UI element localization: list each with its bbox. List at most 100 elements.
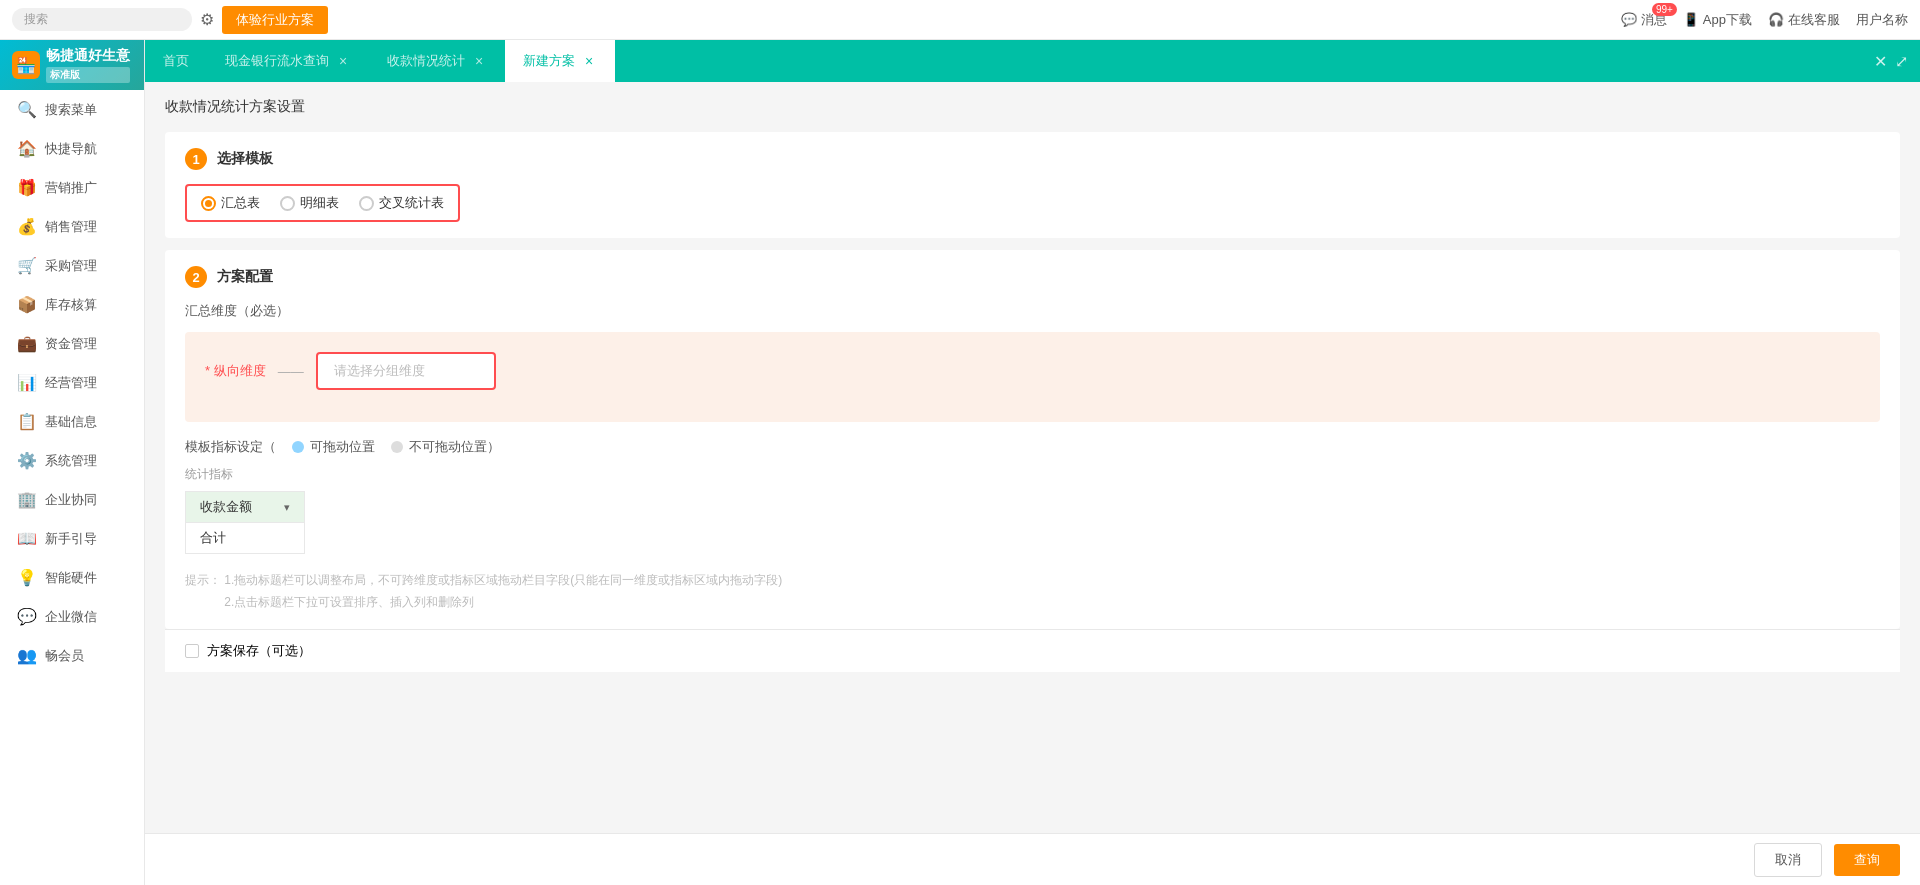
settings-icon[interactable]: ⚙ xyxy=(200,10,214,29)
tab-new-plan[interactable]: 新建方案 × xyxy=(505,40,615,82)
maximize-icon[interactable]: ⤢ xyxy=(1895,52,1908,71)
stats-label: 统计指标 xyxy=(185,466,1880,483)
message-icon: 💬 xyxy=(1621,12,1637,27)
tab-bank-flow-close[interactable]: × xyxy=(335,53,351,69)
logo-icon: 🏪 xyxy=(12,51,40,79)
bottom-bar: 取消 查询 xyxy=(145,833,1920,885)
tab-bank-flow[interactable]: 现金银行流水查询 × xyxy=(207,40,369,82)
tab-bar: 首页 现金银行流水查询 × 收款情况统计 × 新建方案 × ✕ ⤢ xyxy=(145,40,1920,82)
no-drag-dot xyxy=(391,441,403,453)
tab-home[interactable]: 首页 xyxy=(145,40,207,82)
user-profile[interactable]: 用户名称 xyxy=(1856,11,1908,29)
logo-text-wrap: 畅捷通好生意 标准版 xyxy=(46,47,130,83)
sidebar-item-label: 智能硬件 xyxy=(45,569,97,587)
sidebar-item-label: 新手引导 xyxy=(45,530,97,548)
sidebar-item-basic-info[interactable]: 📋 基础信息 xyxy=(0,402,144,441)
indicator-table-header[interactable]: 收款金额 ▾ xyxy=(186,492,304,523)
sidebar-item-label: 企业协同 xyxy=(45,491,97,509)
dimension-area: * 纵向维度 —— 请选择分组维度 xyxy=(185,332,1880,422)
radio-cross[interactable]: 交叉统计表 xyxy=(359,194,444,212)
page-footer: 方案保存（可选） xyxy=(165,629,1900,672)
close-all-icon[interactable]: ✕ xyxy=(1874,52,1887,71)
indicator-settings: 模板指标设定（ 可拖动位置 不可拖动位置） 统计指标 收款 xyxy=(185,438,1880,554)
top-header: 搜索 ⚙ 体验行业方案 💬 消息 99+ 📱 App下载 🎧 在线客服 用户名称 xyxy=(0,0,1920,40)
not-draggable-label: 不可拖动位置） xyxy=(409,438,500,456)
radio-cross-circle xyxy=(359,196,374,211)
dimension-row: * 纵向维度 —— 请选择分组维度 xyxy=(205,352,1860,390)
tab-collection-stats[interactable]: 收款情况统计 × xyxy=(369,40,505,82)
sidebar-item-wechat[interactable]: 💬 企业微信 xyxy=(0,597,144,636)
download-label: App下载 xyxy=(1703,11,1752,29)
sidebar-item-enterprise[interactable]: 🏢 企业协同 xyxy=(0,480,144,519)
sidebar-item-members[interactable]: 👥 畅会员 xyxy=(0,636,144,675)
sidebar: 🏪 畅捷通好生意 标准版 🔍 搜索菜单 🏠 快捷导航 🎁 营销推广 💰 销售管理… xyxy=(0,40,145,885)
sidebar-item-label: 经营管理 xyxy=(45,374,97,392)
radio-detail-circle xyxy=(280,196,295,211)
radio-detail-label: 明细表 xyxy=(300,194,339,212)
sidebar-item-inventory[interactable]: 📦 库存核算 xyxy=(0,285,144,324)
sidebar-item-system[interactable]: ⚙️ 系统管理 xyxy=(0,441,144,480)
sidebar-logo: 🏪 畅捷通好生意 标准版 xyxy=(0,40,144,90)
smart-hw-icon: 💡 xyxy=(17,568,37,587)
notification-item[interactable]: 💬 消息 99+ xyxy=(1621,11,1667,29)
sales-icon: 💰 xyxy=(17,217,37,236)
newbie-icon: 📖 xyxy=(17,529,37,548)
inventory-icon: 📦 xyxy=(17,295,37,314)
sidebar-item-sales[interactable]: 💰 销售管理 xyxy=(0,207,144,246)
radio-summary[interactable]: 汇总表 xyxy=(201,194,260,212)
tab-new-plan-label: 新建方案 xyxy=(523,52,575,70)
sidebar-item-search-menu[interactable]: 🔍 搜索菜单 xyxy=(0,90,144,129)
draggable-indicator: 可拖动位置 xyxy=(292,438,375,456)
tab-collection-stats-close[interactable]: × xyxy=(471,53,487,69)
dimension-placeholder: 请选择分组维度 xyxy=(334,363,425,378)
marketing-icon: 🎁 xyxy=(17,178,37,197)
indicator-table-header-label: 收款金额 xyxy=(200,498,252,516)
chevron-down-icon[interactable]: ▾ xyxy=(284,501,290,514)
online-service-item[interactable]: 🎧 在线客服 xyxy=(1768,11,1840,29)
sidebar-item-finance[interactable]: 💼 资金管理 xyxy=(0,324,144,363)
save-plan-checkbox[interactable] xyxy=(185,644,199,658)
query-button[interactable]: 查询 xyxy=(1834,844,1900,876)
radio-summary-label: 汇总表 xyxy=(221,194,260,212)
cancel-button[interactable]: 取消 xyxy=(1754,843,1822,877)
finance-icon: 💼 xyxy=(17,334,37,353)
radio-summary-circle xyxy=(201,196,216,211)
search-menu-icon: 🔍 xyxy=(17,100,37,119)
tab-new-plan-close[interactable]: × xyxy=(581,53,597,69)
step2-title: 方案配置 xyxy=(217,268,273,286)
sidebar-item-marketing[interactable]: 🎁 营销推广 xyxy=(0,168,144,207)
step1-section: 1 选择模板 汇总表 明细表 交叉统计表 xyxy=(165,132,1900,238)
template-radio-group: 汇总表 明细表 交叉统计表 xyxy=(185,184,460,222)
step1-header: 1 选择模板 xyxy=(185,148,1880,170)
sidebar-item-label: 搜索菜单 xyxy=(45,101,97,119)
sidebar-item-operations[interactable]: 📊 经营管理 xyxy=(0,363,144,402)
app-download-item[interactable]: 📱 App下载 xyxy=(1683,11,1752,29)
members-icon: 👥 xyxy=(17,646,37,665)
dimension-select[interactable]: 请选择分组维度 xyxy=(316,352,496,390)
step2-badge: 2 xyxy=(185,266,207,288)
sidebar-item-quick-nav[interactable]: 🏠 快捷导航 xyxy=(0,129,144,168)
header-right: 💬 消息 99+ 📱 App下载 🎧 在线客服 用户名称 xyxy=(1621,11,1908,29)
tab-bank-flow-label: 现金银行流水查询 xyxy=(225,52,329,70)
service-icon: 🎧 xyxy=(1768,12,1784,27)
try-industry-button[interactable]: 体验行业方案 xyxy=(222,6,328,34)
operations-icon: 📊 xyxy=(17,373,37,392)
logo-version: 标准版 xyxy=(46,67,130,83)
purchase-icon: 🛒 xyxy=(17,256,37,275)
tip-1: 提示： 1.拖动标题栏可以调整布局，不可跨维度或指标区域拖动栏目字段(只能在同一… xyxy=(185,570,1880,592)
main-layout: 🏪 畅捷通好生意 标准版 🔍 搜索菜单 🏠 快捷导航 🎁 营销推广 💰 销售管理… xyxy=(0,40,1920,885)
sidebar-item-purchase[interactable]: 🛒 采购管理 xyxy=(0,246,144,285)
tab-home-label: 首页 xyxy=(163,52,189,70)
sidebar-item-label: 企业微信 xyxy=(45,608,97,626)
indicator-table: 收款金额 ▾ 合计 xyxy=(185,491,305,554)
tab-collection-stats-label: 收款情况统计 xyxy=(387,52,465,70)
page-content: 收款情况统计方案设置 1 选择模板 汇总表 明细表 xyxy=(145,82,1920,833)
radio-detail[interactable]: 明细表 xyxy=(280,194,339,212)
radio-cross-label: 交叉统计表 xyxy=(379,194,444,212)
indicator-settings-label: 模板指标设定（ xyxy=(185,438,276,456)
search-bar[interactable]: 搜索 xyxy=(12,8,192,31)
notification-badge: 99+ xyxy=(1652,3,1677,16)
system-icon: ⚙️ xyxy=(17,451,37,470)
sidebar-item-newbie[interactable]: 📖 新手引导 xyxy=(0,519,144,558)
sidebar-item-smart-hw[interactable]: 💡 智能硬件 xyxy=(0,558,144,597)
